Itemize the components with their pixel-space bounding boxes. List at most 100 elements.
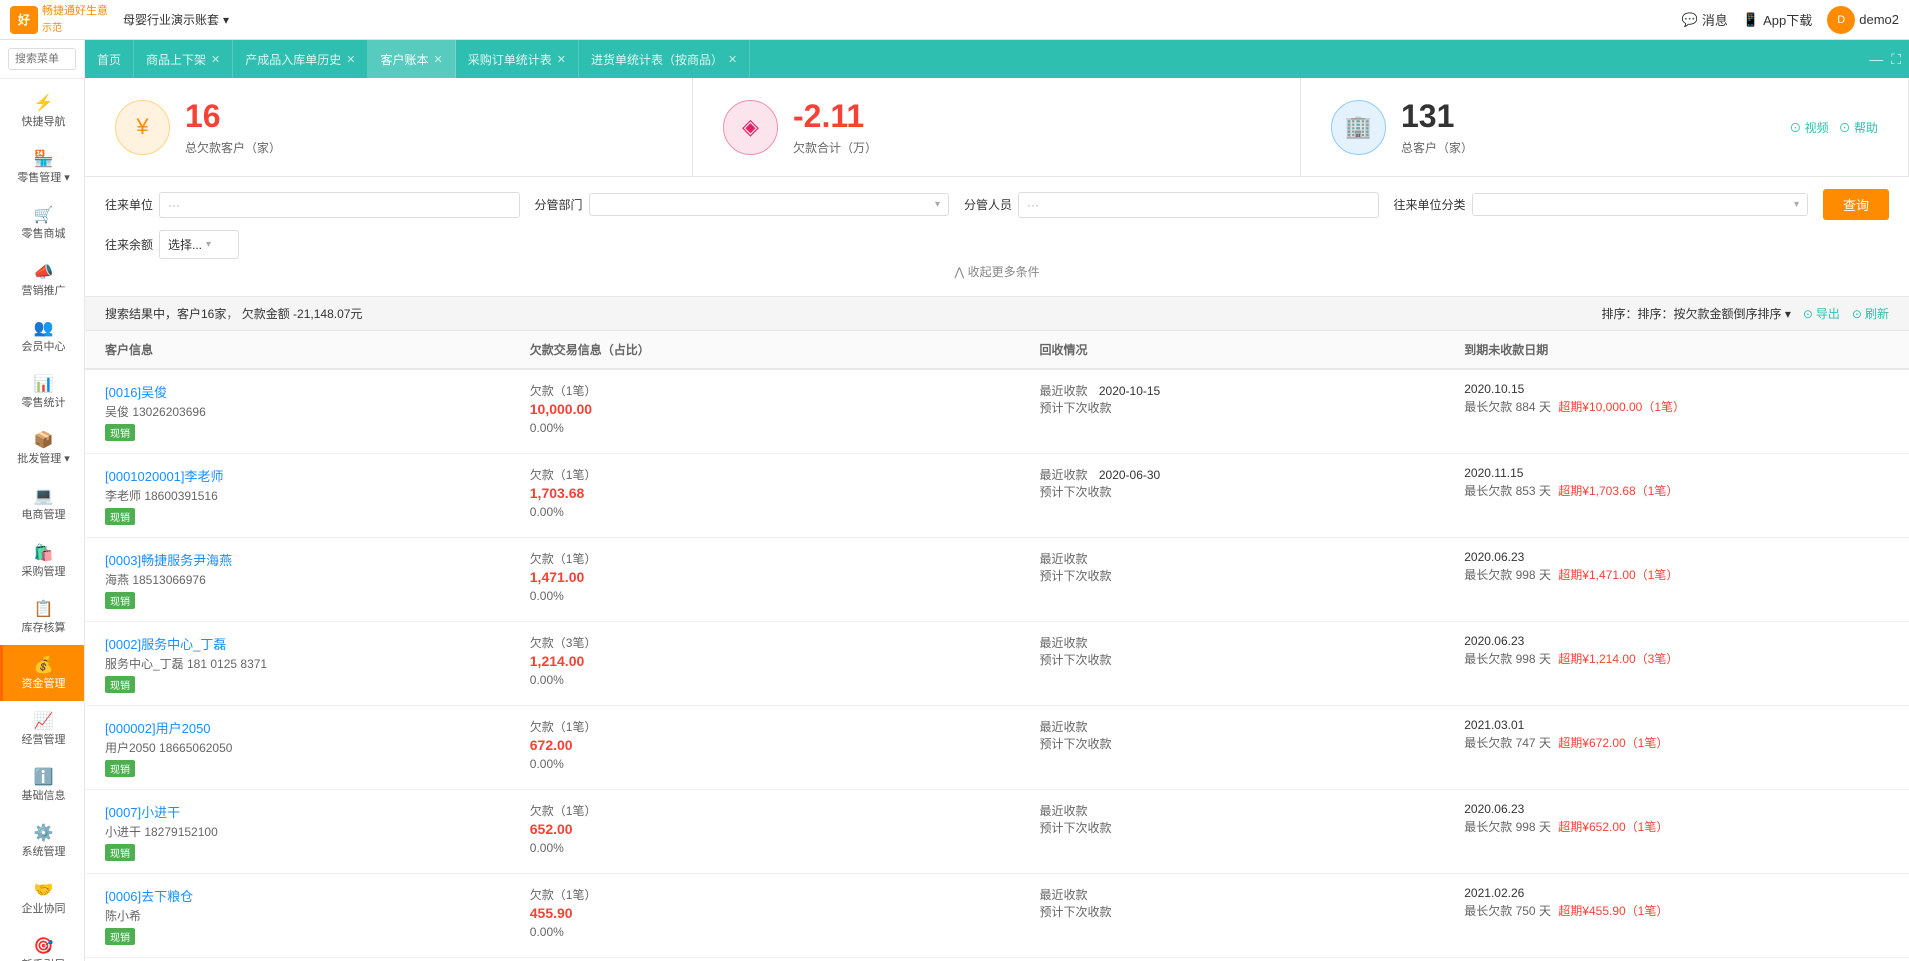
tab-采购订单统计表[interactable]: 采购订单统计表 ✕ <box>456 40 579 78</box>
sidebar-item-零售统计[interactable]: 📊 零售统计 <box>0 364 84 420</box>
sidebar-item-资金管理[interactable]: 💰 资金管理 <box>0 645 84 701</box>
overdue-amount-link[interactable]: 超期¥672.00（1笔） <box>1558 736 1668 750</box>
due-date: 2020.10.15 <box>1464 382 1889 396</box>
filter-分管人员: 分管人员 ··· <box>964 192 1379 218</box>
debt-amount[interactable]: 672.00 <box>530 737 1040 753</box>
customer-phone: 小进干 18279152100 <box>105 823 530 840</box>
tab-客户账本[interactable]: 客户账本 ✕ <box>368 40 455 78</box>
overdue-amount-link[interactable]: 超期¥1,703.68（1笔） <box>1558 484 1678 498</box>
overdue-amount-link[interactable]: 超期¥10,000.00（1笔） <box>1558 400 1685 414</box>
filter-row-1: 往来单位 ··· 分管部门 ▾ <box>105 189 1889 220</box>
tab-close-icon[interactable]: ✕ <box>728 53 737 66</box>
table-row: [0006]去下粮仓 陈小希 现销 欠款（1笔） 455.90 0.00% 最近… <box>85 874 1909 958</box>
date-info: 2021.02.26 最长欠款 750 天 超期¥455.90（1笔） <box>1464 886 1889 945</box>
date-info: 2020.06.23 最长欠款 998 天 超期¥1,471.00（1笔） <box>1464 550 1889 609</box>
logo-area: 好 畅捷通好生意 示范 <box>10 5 108 33</box>
customer-badge: 现销 <box>105 424 135 441</box>
debt-info: 欠款（1笔） 455.90 0.00% <box>530 886 1040 945</box>
repay-label: 最近收款 2020-06-30 <box>1039 466 1464 483</box>
repay-info: 最近收款 预计下次收款 <box>1039 886 1464 945</box>
tab-首页[interactable]: 首页 <box>85 40 134 78</box>
sidebar-item-库存核算[interactable]: 📋 库存核算 <box>0 589 84 645</box>
sidebar-item-新手引导[interactable]: 🎯 新手引导 <box>0 926 84 961</box>
overdue-amount-link[interactable]: 超期¥455.90（1笔） <box>1558 904 1668 918</box>
sidebar-item-营销推广[interactable]: 📣 营销推广 <box>0 252 84 308</box>
tab-close-icon[interactable]: ✕ <box>346 53 355 66</box>
stat-card-actions: ⊙ 视频 ⊙ 帮助 <box>1789 119 1878 136</box>
refresh-button[interactable]: ⊙ 刷新 <box>1852 305 1889 322</box>
sidebar-search-input[interactable] <box>8 48 76 70</box>
nav-icon: 📈 <box>34 711 54 731</box>
分管人员-input[interactable]: ··· <box>1018 192 1378 218</box>
minimize-icon[interactable]: — <box>1869 51 1883 67</box>
sidebar-item-经营管理[interactable]: 📈 经营管理 <box>0 701 84 757</box>
sidebar-item-系统管理[interactable]: ⚙️ 系统管理 <box>0 813 84 869</box>
customer-name-link[interactable]: [0007]小进干 <box>105 802 530 821</box>
company-select[interactable]: 母婴行业演示账套 ▾ <box>123 11 229 28</box>
debt-amount[interactable]: 1,471.00 <box>530 569 1040 585</box>
tab-close-icon[interactable]: ✕ <box>434 53 443 66</box>
sidebar-item-label: 零售管理 ▾ <box>17 172 70 185</box>
sidebar-item-电商管理[interactable]: 💻 电商管理 <box>0 476 84 532</box>
filter-area: 往来单位 ··· 分管部门 ▾ <box>85 177 1909 297</box>
sidebar-item-批发管理[interactable]: 📦 批发管理 ▾ <box>0 420 84 476</box>
余额-select[interactable]: 选择... ▾ <box>159 230 239 259</box>
export-button[interactable]: ⊙ 导出 <box>1803 305 1840 322</box>
customer-name-link[interactable]: [0016]吴俊 <box>105 382 530 401</box>
sidebar-item-零售商城[interactable]: 🛒 零售商城 <box>0 195 84 251</box>
stat-info-2: -2.11 欠款合计（万） <box>793 98 877 156</box>
sidebar-item-label: 基础信息 <box>22 790 66 803</box>
collapse-filters-button[interactable]: ⋀ 收起更多条件 <box>105 259 1889 284</box>
app-download-button[interactable]: 📱 App下载 <box>1743 10 1812 29</box>
tab-close-icon[interactable]: ✕ <box>211 53 220 66</box>
query-button[interactable]: 查询 <box>1823 189 1889 220</box>
video-link[interactable]: ⊙ 视频 <box>1789 119 1828 136</box>
maximize-icon[interactable]: ⛶ <box>1891 51 1901 68</box>
filter-往来单位分类: 往来单位分类 ▾ <box>1394 193 1809 216</box>
sidebar-item-企业协同[interactable]: 🤝 企业协同 <box>0 870 84 926</box>
debt-count: 欠款（1笔） <box>530 382 1040 399</box>
customer-phone: 吴俊 13026203696 <box>105 403 530 420</box>
debt-amount[interactable]: 1,703.68 <box>530 485 1040 501</box>
customer-name-link[interactable]: [0001020001]李老师 <box>105 466 530 485</box>
sidebar-item-会员中心[interactable]: 👥 会员中心 <box>0 308 84 364</box>
往来单位分类-select[interactable]: ▾ <box>1472 193 1808 216</box>
customer-name-link[interactable]: [0003]畅捷服务尹海燕 <box>105 550 530 569</box>
main-content: ¥ 16 总欠款客户（家） ◈ -2.11 欠款合计（万） <box>85 78 1909 961</box>
chevron-down-icon: ▾ <box>1794 199 1799 210</box>
tab-产成品入库单历史[interactable]: 产成品入库单历史 ✕ <box>233 40 368 78</box>
customer-badge: 现销 <box>105 760 135 777</box>
sidebar-item-label: 库存核算 <box>22 622 66 635</box>
customer-phone: 海燕 18513066976 <box>105 571 530 588</box>
tab-进货单统计表[interactable]: 进货单统计表（按商品） ✕ <box>579 40 750 78</box>
tab-商品上下架[interactable]: 商品上下架 ✕ <box>134 40 233 78</box>
sidebar-item-快捷导航[interactable]: ⚡ 快捷导航 <box>0 83 84 139</box>
sidebar-item-基础信息[interactable]: ℹ️ 基础信息 <box>0 757 84 813</box>
sidebar-item-采购管理[interactable]: 🛍️ 采购管理 <box>0 533 84 589</box>
stat-info-3: 131 总客户（家） <box>1401 98 1473 156</box>
message-button[interactable]: 💬 消息 <box>1682 10 1728 29</box>
debt-amount[interactable]: 1,214.00 <box>530 653 1040 669</box>
debt-amount[interactable]: 455.90 <box>530 905 1040 921</box>
tab-close-icon[interactable]: ✕ <box>557 53 566 66</box>
debt-info: 欠款（1笔） 1,471.00 0.00% <box>530 550 1040 609</box>
debt-amount[interactable]: 10,000.00 <box>530 401 1040 417</box>
table-row: [0007]小进干 小进干 18279152100 现销 欠款（1笔） 652.… <box>85 790 1909 874</box>
sort-label[interactable]: 排序：排序：按欠款金额倒序排序 ▾ <box>1601 305 1790 322</box>
help-link[interactable]: ⊙ 帮助 <box>1839 119 1878 136</box>
customer-name-link[interactable]: [0002]服务中心_丁磊 <box>105 634 530 653</box>
customer-name-link[interactable]: [0006]去下粮仓 <box>105 886 530 905</box>
top-bar-right: 💬 消息 📱 App下载 D demo2 <box>1682 6 1899 34</box>
往来单位-input[interactable]: ··· <box>159 192 519 218</box>
user-menu[interactable]: D demo2 <box>1827 6 1899 34</box>
overdue-amount-link[interactable]: 超期¥1,471.00（1笔） <box>1558 568 1678 582</box>
sidebar-item-零售管理[interactable]: 🏪 零售管理 ▾ <box>0 139 84 195</box>
customer-name-link[interactable]: [000002]用户2050 <box>105 718 530 737</box>
debt-amount[interactable]: 652.00 <box>530 821 1040 837</box>
nav-icon: 📦 <box>34 430 54 450</box>
table-row: [0001020001]李老师 李老师 18600391516 现销 欠款（1笔… <box>85 454 1909 538</box>
message-icon: 💬 <box>1682 12 1698 28</box>
overdue-amount-link[interactable]: 超期¥652.00（1笔） <box>1558 820 1668 834</box>
overdue-amount-link[interactable]: 超期¥1,214.00（3笔） <box>1558 652 1678 666</box>
分管部门-select[interactable]: ▾ <box>589 193 949 216</box>
